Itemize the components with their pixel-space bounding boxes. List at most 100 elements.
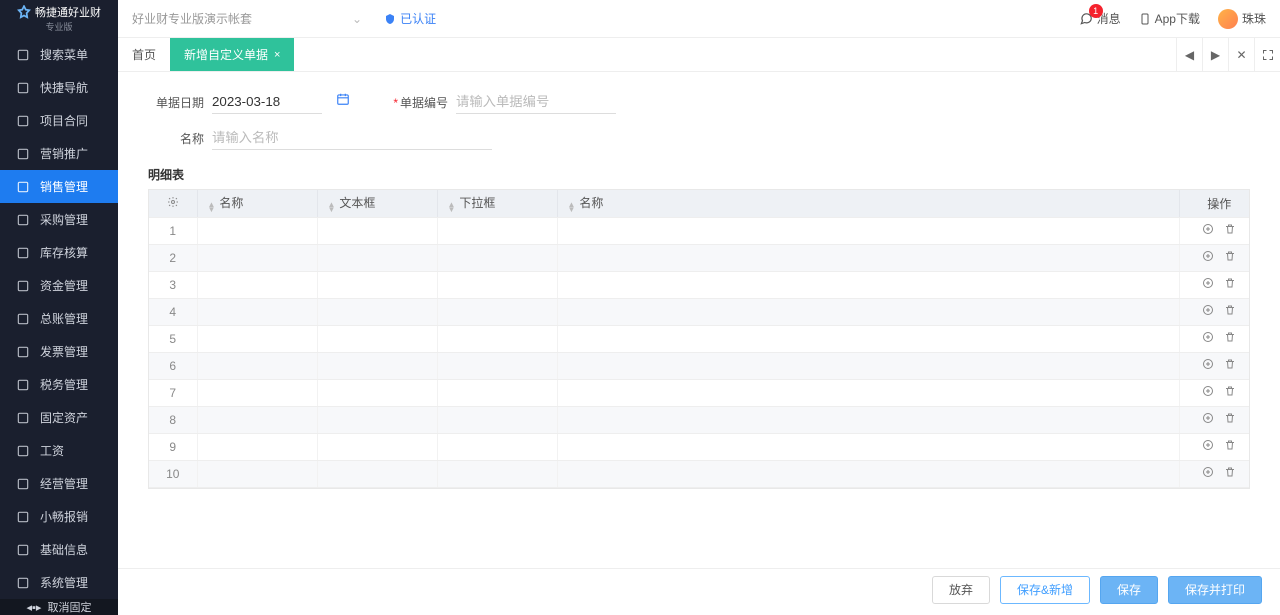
row-delete-icon[interactable] xyxy=(1224,277,1236,292)
row-delete-icon[interactable] xyxy=(1224,331,1236,346)
sidebar-item-home[interactable]: 快捷导航 xyxy=(0,71,118,104)
row-delete-icon[interactable] xyxy=(1224,223,1236,238)
name-input[interactable] xyxy=(212,126,492,150)
tabbar: 首页 新增自定义单据 × ◀ ▶ ✕ xyxy=(118,38,1280,72)
table-row[interactable]: 4 xyxy=(149,298,1249,325)
table-config-button[interactable] xyxy=(149,190,197,217)
row-delete-icon[interactable] xyxy=(1224,304,1236,319)
brand-name: 畅捷通好业财 xyxy=(35,4,101,20)
expense-icon xyxy=(16,510,30,524)
sidebar-item-tax[interactable]: 税务管理 xyxy=(0,368,118,401)
sidebar-pin-toggle[interactable]: ◂▪▸ 取消固定 xyxy=(0,599,118,615)
calendar-icon[interactable] xyxy=(336,92,350,109)
row-add-icon[interactable] xyxy=(1202,439,1214,454)
table-row[interactable]: 7 xyxy=(149,379,1249,406)
sidebar-item-expense[interactable]: 小畅报销 xyxy=(0,500,118,533)
close-icon[interactable]: × xyxy=(274,49,280,61)
sidebar-item-cart2[interactable]: 采购管理 xyxy=(0,203,118,236)
tax-icon xyxy=(16,378,30,392)
base-icon xyxy=(16,543,30,557)
sidebar-item-invoice[interactable]: 发票管理 xyxy=(0,335,118,368)
table-row[interactable]: 9 xyxy=(149,433,1249,460)
sidebar-item-label: 销售管理 xyxy=(40,178,88,195)
col-operation: 操作 xyxy=(1179,190,1249,217)
row-delete-icon[interactable] xyxy=(1224,412,1236,427)
sidebar-item-coin[interactable]: 资金管理 xyxy=(0,269,118,302)
sidebar-item-label: 总账管理 xyxy=(40,310,88,327)
tab-home-label: 首页 xyxy=(132,46,156,63)
col-textbox[interactable]: ▲▼文本框 xyxy=(317,190,437,217)
sidebar-item-box[interactable]: 库存核算 xyxy=(0,236,118,269)
table-row[interactable]: 2 xyxy=(149,244,1249,271)
sidebar-item-label: 搜索菜单 xyxy=(40,46,88,63)
row-delete-icon[interactable] xyxy=(1224,466,1236,481)
row-add-icon[interactable] xyxy=(1202,385,1214,400)
row-add-icon[interactable] xyxy=(1202,277,1214,292)
sys-icon xyxy=(16,576,30,590)
messages-badge: 1 xyxy=(1089,4,1103,18)
row-delete-icon[interactable] xyxy=(1224,439,1236,454)
doc-no-input[interactable] xyxy=(456,90,616,114)
sidebar-item-cart[interactable]: 销售管理 xyxy=(0,170,118,203)
brand-box: 畅捷通好业财 专业版 xyxy=(0,0,118,38)
table-row[interactable]: 6 xyxy=(149,352,1249,379)
row-add-icon[interactable] xyxy=(1202,358,1214,373)
sidebar-item-label: 经营管理 xyxy=(40,475,88,492)
cart2-icon xyxy=(16,213,30,227)
messages-button[interactable]: 消息 1 xyxy=(1079,10,1121,27)
gear-icon xyxy=(167,196,179,208)
sidebar-item-book[interactable]: 总账管理 xyxy=(0,302,118,335)
tab-home[interactable]: 首页 xyxy=(118,38,170,71)
row-add-icon[interactable] xyxy=(1202,331,1214,346)
sidebar-item-search[interactable]: 搜索菜单 xyxy=(0,38,118,71)
tab-custom-doc[interactable]: 新增自定义单据 × xyxy=(170,38,294,71)
chevron-down-icon[interactable]: ⌄ xyxy=(352,12,362,26)
table-row[interactable]: 3 xyxy=(149,271,1249,298)
sidebar-item-label: 固定资产 xyxy=(40,409,88,426)
row-add-icon[interactable] xyxy=(1202,250,1214,265)
avatar xyxy=(1218,9,1238,29)
verify-text: 已认证 xyxy=(400,10,436,27)
app-download-button[interactable]: App下载 xyxy=(1139,10,1200,27)
row-add-icon[interactable] xyxy=(1202,412,1214,427)
date-input[interactable] xyxy=(212,90,322,114)
table-row[interactable]: 10 xyxy=(149,460,1249,487)
table-row[interactable]: 5 xyxy=(149,325,1249,352)
tenant-selector[interactable]: 好业财专业版演示帐套 xyxy=(132,10,252,27)
sidebar-item-label: 采购管理 xyxy=(40,211,88,228)
tabs-next-button[interactable]: ▶ xyxy=(1202,38,1228,72)
row-delete-icon[interactable] xyxy=(1224,385,1236,400)
sidebar-item-asset[interactable]: 固定资产 xyxy=(0,401,118,434)
table-row[interactable]: 8 xyxy=(149,406,1249,433)
row-add-icon[interactable] xyxy=(1202,304,1214,319)
sidebar-item-base[interactable]: 基础信息 xyxy=(0,533,118,566)
box-icon xyxy=(16,246,30,260)
file-icon xyxy=(16,114,30,128)
col-dropdown[interactable]: ▲▼下拉框 xyxy=(437,190,557,217)
tabs-prev-button[interactable]: ◀ xyxy=(1176,38,1202,72)
col-name1[interactable]: ▲▼名称 xyxy=(197,190,317,217)
doc-no-label: *单据编号 xyxy=(392,94,448,111)
table-row[interactable]: 1 xyxy=(149,217,1249,244)
fullscreen-button[interactable] xyxy=(1254,38,1280,72)
verify-badge: 已认证 xyxy=(384,10,436,27)
grid-icon xyxy=(16,147,30,161)
sidebar-item-label: 小畅报销 xyxy=(40,508,88,525)
tabs-close-button[interactable]: ✕ xyxy=(1228,38,1254,72)
sidebar-item-grid[interactable]: 营销推广 xyxy=(0,137,118,170)
save-button[interactable]: 保存 xyxy=(1100,576,1158,604)
sidebar-item-file[interactable]: 项目合同 xyxy=(0,104,118,137)
sidebar-item-biz[interactable]: 经营管理 xyxy=(0,467,118,500)
sidebar-item-label: 工资 xyxy=(40,442,64,459)
discard-button[interactable]: 放弃 xyxy=(932,576,990,604)
row-add-icon[interactable] xyxy=(1202,223,1214,238)
sidebar-item-salary[interactable]: 工资 xyxy=(0,434,118,467)
row-delete-icon[interactable] xyxy=(1224,358,1236,373)
save-and-new-button[interactable]: 保存&新增 xyxy=(1000,576,1090,604)
sidebar-item-sys[interactable]: 系统管理 xyxy=(0,566,118,599)
row-delete-icon[interactable] xyxy=(1224,250,1236,265)
row-add-icon[interactable] xyxy=(1202,466,1214,481)
col-name2[interactable]: ▲▼名称 xyxy=(557,190,1179,217)
user-menu[interactable]: 珠珠 xyxy=(1218,9,1266,29)
save-and-print-button[interactable]: 保存并打印 xyxy=(1168,576,1262,604)
